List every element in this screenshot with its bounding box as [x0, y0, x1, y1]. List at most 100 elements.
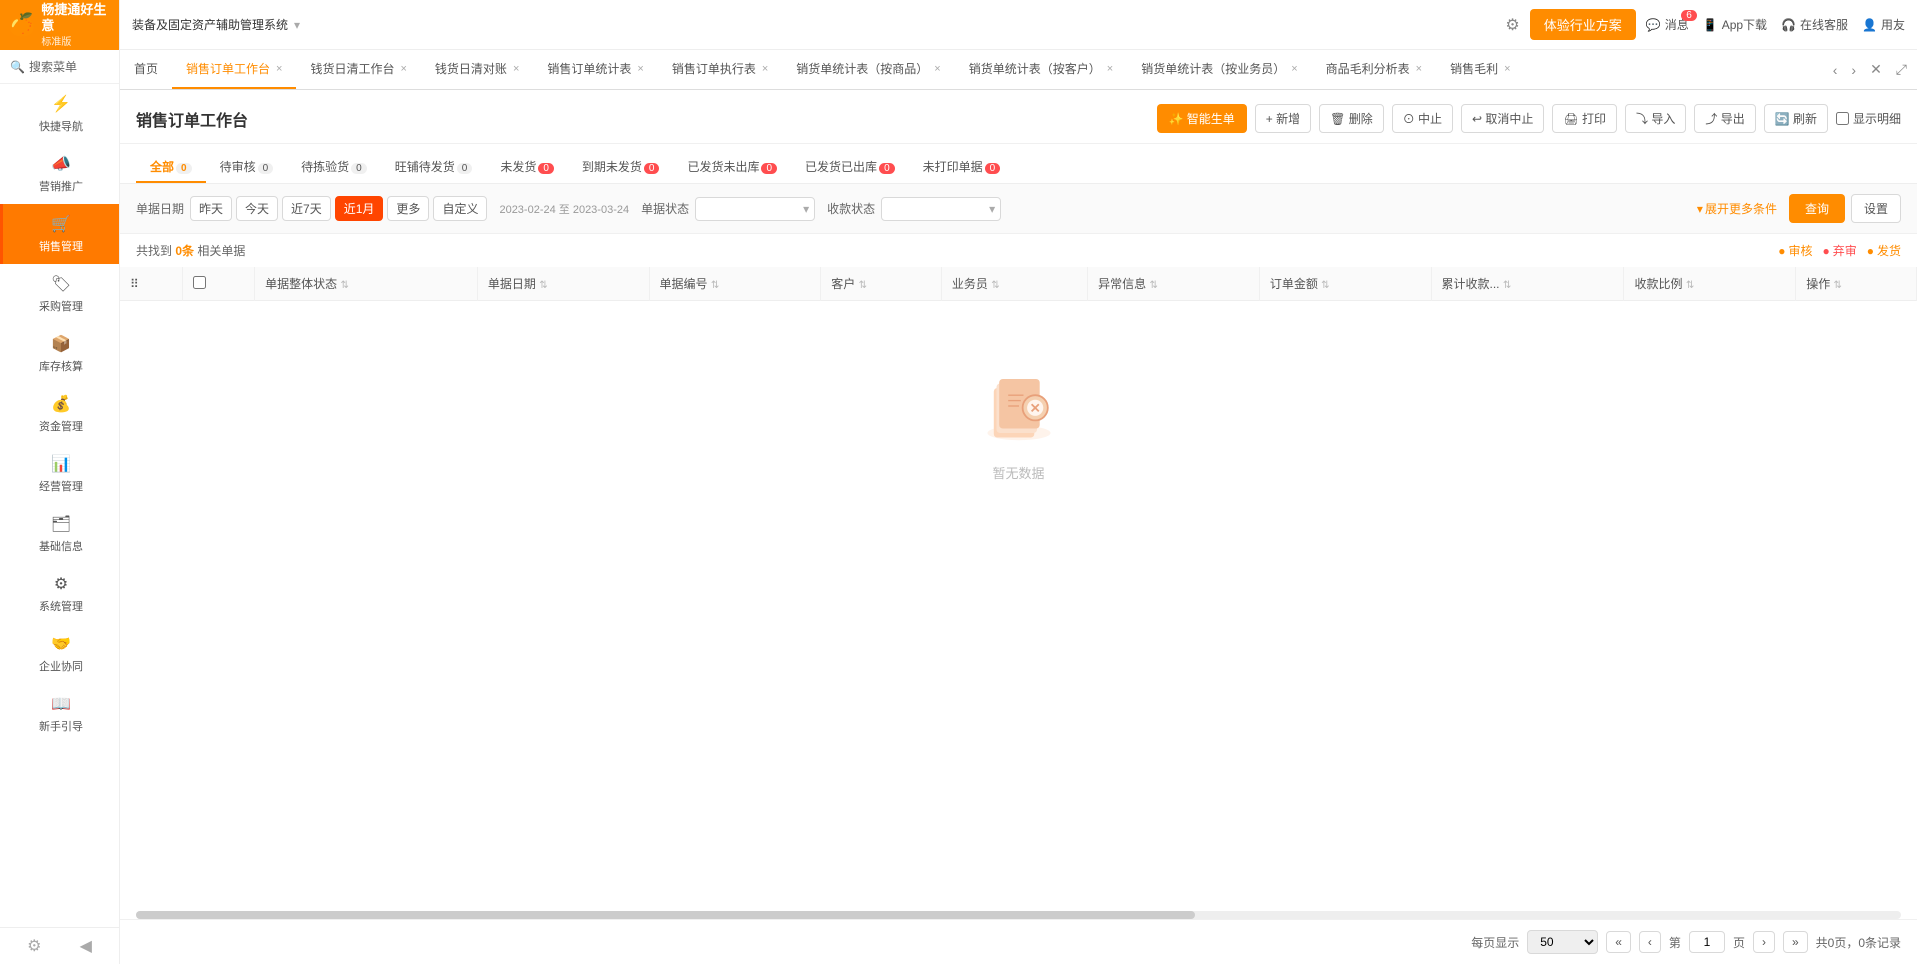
sidebar-item-marketing[interactable]: 📣 营销推广	[0, 144, 119, 204]
tab-close-sales-profit[interactable]: ×	[1504, 63, 1510, 75]
batch-ship-button[interactable]: ● 发货	[1867, 242, 1901, 259]
subtab-pending-review[interactable]: 待审核0	[206, 152, 288, 183]
sidebar-item-purchase[interactable]: 🏷 采购管理	[0, 264, 119, 324]
col-header-date[interactable]: 单据日期 ⇅	[477, 267, 649, 301]
horizontal-scrollbar[interactable]	[136, 911, 1901, 919]
tab-product-margin[interactable]: 商品毛利分析表×	[1312, 50, 1436, 89]
subtab-wangpu-pending[interactable]: 旺铺待发货0	[381, 152, 487, 183]
collapse-icon[interactable]: ◀	[80, 936, 92, 956]
subtab-pending-inspect[interactable]: 待拣验货0	[287, 152, 381, 183]
select-all-checkbox[interactable]	[193, 276, 206, 289]
tab-close-all-icon[interactable]: ✕	[1864, 57, 1888, 82]
date-btn-last1m[interactable]: 近1月	[335, 196, 384, 221]
scrollbar-thumb[interactable]	[136, 911, 1195, 919]
sidebar-item-sales[interactable]: 🛒 销售管理	[0, 204, 119, 264]
col-header-status[interactable]: 单据整体状态 ⇅	[255, 267, 478, 301]
show-detail-checkbox[interactable]: 显示明细	[1836, 110, 1901, 127]
page-input[interactable]	[1689, 931, 1725, 953]
sidebar-item-finance[interactable]: 💰 资金管理	[0, 384, 119, 444]
batch-cancel-review-button[interactable]: ● 弃审	[1822, 242, 1856, 259]
tab-cash-reconcile[interactable]: 钱货日清对账×	[421, 50, 533, 89]
show-detail-input[interactable]	[1836, 112, 1849, 125]
sidebar-item-guide[interactable]: 📖 新手引导	[0, 684, 119, 744]
col-header-amount[interactable]: 订单金额 ⇅	[1259, 267, 1431, 301]
tab-close-sales-stats-customer[interactable]: ×	[1107, 63, 1113, 75]
date-btn-custom[interactable]: 自定义	[433, 196, 487, 221]
stop-button[interactable]: ⊙ 中止	[1392, 104, 1453, 133]
page-next-button[interactable]: ›	[1753, 931, 1775, 953]
subtab-overdue-not-shipped[interactable]: 到期未发货0	[568, 152, 674, 183]
per-page-select[interactable]: 50 100	[1527, 930, 1598, 954]
tab-sales-workbench[interactable]: 销售订单工作台×	[172, 50, 296, 89]
tab-home[interactable]: 首页	[120, 50, 172, 89]
subtab-not-printed[interactable]: 未打印单据0	[909, 152, 1015, 183]
user-item[interactable]: 👤 用友	[1862, 16, 1905, 33]
table-area: 共找到 0条 相关单据 ● 审核 ● 弃审 ● 发货	[120, 234, 1917, 911]
expand-filter-button[interactable]: ▾ 展开更多条件	[1697, 200, 1777, 217]
subtab-all[interactable]: 全部0	[136, 152, 206, 183]
topbar-settings-icon[interactable]: ⚙	[1505, 15, 1519, 35]
tab-close-sales-stats-product[interactable]: ×	[934, 63, 940, 75]
service-item[interactable]: 🎧 在线客服	[1781, 16, 1848, 33]
tab-sales-order-exec[interactable]: 销售订单执行表×	[658, 50, 782, 89]
sidebar-item-inventory[interactable]: 📦 库存核算	[0, 324, 119, 384]
tab-close-sales-workbench[interactable]: ×	[276, 63, 282, 75]
query-button[interactable]: 查询	[1789, 194, 1845, 223]
batch-review-button[interactable]: ● 审核	[1778, 242, 1812, 259]
tab-close-sales-stats-staff[interactable]: ×	[1291, 63, 1297, 75]
set-button[interactable]: 设置	[1851, 194, 1901, 223]
import-button[interactable]: ⤵ 导入	[1625, 104, 1686, 133]
page-first-button[interactable]: «	[1606, 931, 1631, 953]
tab-close-cashier-daily[interactable]: ×	[400, 63, 406, 75]
status-select[interactable]	[695, 197, 815, 221]
col-header-checkbox	[182, 267, 254, 301]
new-button[interactable]: + 新增	[1255, 104, 1311, 133]
date-btn-today[interactable]: 今天	[236, 196, 278, 221]
app-download-item[interactable]: 📱 App下载	[1703, 16, 1767, 33]
tab-sales-profit[interactable]: 销售毛利×	[1436, 50, 1524, 89]
tab-close-product-margin[interactable]: ×	[1416, 63, 1422, 75]
date-btn-more[interactable]: 更多	[387, 196, 429, 221]
payment-select[interactable]	[881, 197, 1001, 221]
delete-button[interactable]: 🗑 删除	[1319, 104, 1384, 133]
export-button[interactable]: ⤴ 导出	[1694, 104, 1755, 133]
sidebar-item-operations[interactable]: 📊 经营管理	[0, 444, 119, 504]
sidebar-search[interactable]: 🔍 搜索菜单	[0, 50, 119, 84]
sidebar-item-base[interactable]: 🗂 基础信息	[0, 504, 119, 564]
col-header-collected[interactable]: 累计收款... ⇅	[1431, 267, 1624, 301]
tab-prev-icon[interactable]: ‹	[1827, 58, 1844, 82]
subtab-shipped-not-out[interactable]: 已发货未出库0	[673, 152, 791, 183]
smart-create-button[interactable]: ✨ 智能生单	[1157, 104, 1247, 133]
sidebar-item-system[interactable]: ⚙ 系统管理	[0, 564, 119, 624]
tab-close-sales-order-exec[interactable]: ×	[762, 63, 768, 75]
print-button[interactable]: 🖨 打印	[1552, 104, 1617, 133]
col-header-exception[interactable]: 异常信息 ⇅	[1088, 267, 1260, 301]
col-header-number[interactable]: 单据编号 ⇅	[649, 267, 821, 301]
cancel-stop-button[interactable]: ↩ 取消中止	[1461, 104, 1544, 133]
col-header-customer[interactable]: 客户 ⇅	[821, 267, 942, 301]
tab-next-icon[interactable]: ›	[1845, 58, 1862, 82]
tab-sales-stats-staff[interactable]: 销货单统计表（按业务员）×	[1127, 50, 1311, 89]
sidebar-item-corp[interactable]: 🤝 企业协同	[0, 624, 119, 684]
col-header-action[interactable]: 操作 ⇅	[1796, 267, 1917, 301]
tab-maximize-icon[interactable]: ⤢	[1890, 57, 1913, 82]
page-last-button[interactable]: »	[1783, 931, 1808, 953]
settings-icon[interactable]: ⚙	[27, 936, 41, 956]
col-header-ratio[interactable]: 收款比例 ⇅	[1624, 267, 1796, 301]
sidebar-item-quick-nav[interactable]: ⚡ 快捷导航	[0, 84, 119, 144]
tab-sales-stats-customer[interactable]: 销货单统计表（按客户）×	[955, 50, 1127, 89]
tab-sales-stats-product[interactable]: 销货单统计表（按商品）×	[782, 50, 954, 89]
cta-button[interactable]: 体验行业方案	[1530, 9, 1636, 40]
subtab-not-shipped[interactable]: 未发货0	[486, 152, 568, 183]
tab-cashier-daily[interactable]: 钱货日清工作台×	[296, 50, 420, 89]
page-prev-button[interactable]: ‹	[1639, 931, 1661, 953]
tab-close-cash-reconcile[interactable]: ×	[513, 63, 519, 75]
messages-item[interactable]: 💬 消息 6	[1646, 16, 1689, 33]
col-header-staff[interactable]: 业务员 ⇅	[941, 267, 1087, 301]
refresh-button[interactable]: 🔄 刷新	[1764, 104, 1828, 133]
tab-sales-order-stats[interactable]: 销售订单统计表×	[533, 50, 657, 89]
date-btn-yesterday[interactable]: 昨天	[190, 196, 232, 221]
subtab-shipped-out[interactable]: 已发货已出库0	[791, 152, 909, 183]
tab-close-sales-order-stats[interactable]: ×	[637, 63, 643, 75]
date-btn-last7[interactable]: 近7天	[282, 196, 331, 221]
